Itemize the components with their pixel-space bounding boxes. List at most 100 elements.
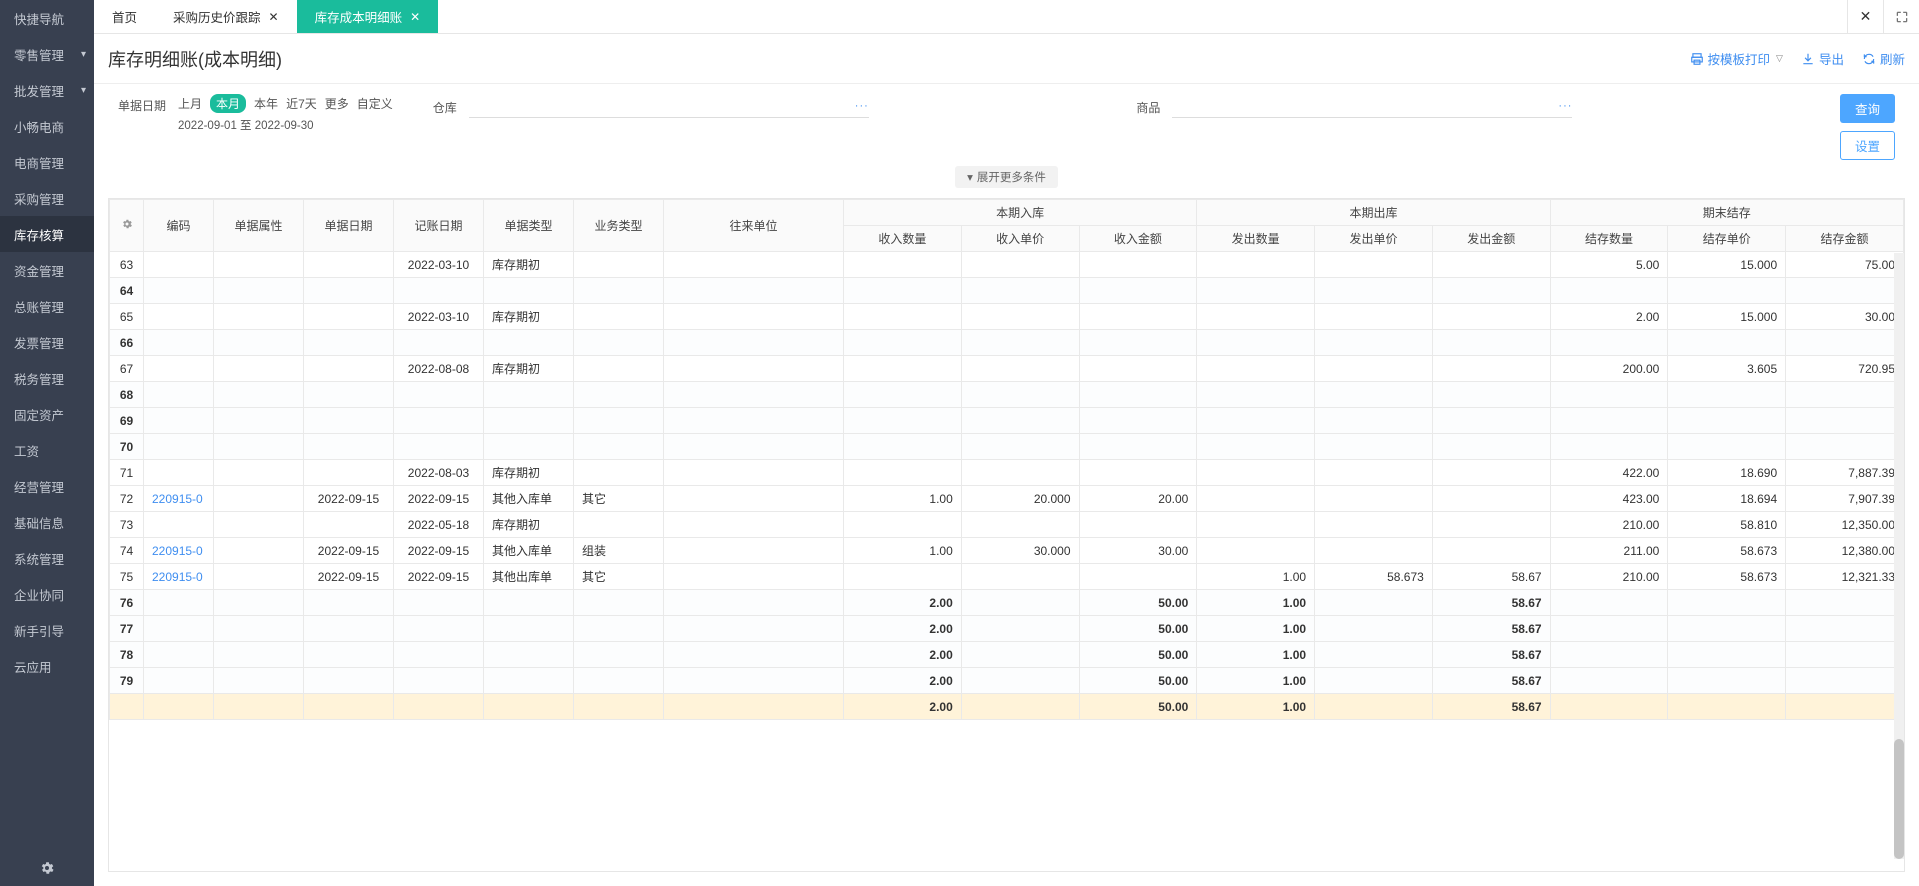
chevron-down-icon: ▽ — [1776, 53, 1783, 64]
th-attr: 单据属性 — [214, 200, 304, 252]
sidebar-item-17[interactable]: 新手引导 — [0, 612, 94, 648]
table-row: 732022-05-18库存期初210.0058.81012,350.00 — [110, 512, 1904, 538]
date-opt-3[interactable]: 近7天 — [286, 95, 317, 112]
th-in-group: 本期入库 — [844, 200, 1197, 226]
sidebar-item-label: 电商管理 — [14, 153, 64, 172]
warehouse-label: 仓库 — [433, 96, 457, 116]
sidebar-item-6[interactable]: 库存核算 — [0, 216, 94, 252]
sidebar-item-label: 新手引导 — [14, 621, 64, 640]
table-scroll[interactable]: 编码 单据属性 单据日期 记账日期 单据类型 业务类型 往来单位 本期入库 本期… — [108, 198, 1905, 872]
sidebar-item-5[interactable]: 采购管理 — [0, 180, 94, 216]
sidebar-item-16[interactable]: 企业协同 — [0, 576, 94, 612]
sidebar-item-label: 库存核算 — [14, 225, 64, 244]
sidebar-item-label: 总账管理 — [14, 297, 64, 316]
filters: 单据日期 上月本月本年近7天更多自定义 2022-09-01 至 2022-09… — [94, 84, 1919, 160]
warehouse-more[interactable]: ··· — [855, 100, 869, 112]
sidebar: 快捷导航零售管理▾ 批发管理 ▾ 小畅电商电商管理采购管理库存核算资金管理总账管理发票… — [0, 0, 94, 886]
th-out-price: 发出单价 — [1315, 226, 1433, 252]
product-input[interactable] — [1172, 99, 1558, 113]
vertical-scrollbar-thumb[interactable] — [1894, 739, 1904, 859]
table-row: 712022-08-03库存期初422.0018.6907,887.39 — [110, 460, 1904, 486]
tab-0[interactable]: 首页 — [94, 0, 155, 33]
sidebar-item-label: 批发管理 — [14, 81, 64, 100]
export-button[interactable]: 导出 — [1801, 49, 1844, 68]
close-all-tabs[interactable]: ✕ — [1847, 0, 1883, 33]
sidebar-item-label: 采购管理 — [14, 189, 64, 208]
th-end-group: 期末结存 — [1550, 200, 1903, 226]
tabs: 首页采购历史价跟踪✕ 库存成本明细账 ✕ ✕ — [94, 0, 1919, 34]
tab-label: 首页 — [112, 7, 137, 26]
th-book-date: 记账日期 — [394, 200, 484, 252]
th-doc-type: 单据类型 — [484, 200, 574, 252]
th-out-amt: 发出金额 — [1432, 226, 1550, 252]
date-opt-4[interactable]: 更多 — [325, 95, 349, 112]
sidebar-item-10[interactable]: 税务管理 — [0, 360, 94, 396]
sidebar-item-label: 快捷导航 — [14, 9, 64, 28]
sidebar-item-14[interactable]: 基础信息 — [0, 504, 94, 540]
th-end-qty: 结存数量 — [1550, 226, 1668, 252]
chevron-down-icon: ▾ — [81, 85, 86, 96]
sidebar-item-12[interactable]: 工资 — [0, 432, 94, 468]
close-icon[interactable]: ✕ — [269, 10, 279, 24]
sidebar-item-label: 工资 — [14, 441, 39, 460]
th-in-price: 收入单价 — [961, 226, 1079, 252]
sidebar-item-4[interactable]: 电商管理 — [0, 144, 94, 180]
product-more[interactable]: ··· — [1558, 100, 1572, 112]
table-row: 66 — [110, 330, 1904, 356]
date-opt-5[interactable]: 自定义 — [357, 95, 393, 112]
table-row: 72220915-02022-09-152022-09-15其他入库单其它1.0… — [110, 486, 1904, 512]
date-range: 2022-09-01 至 2022-09-30 — [178, 117, 393, 133]
sidebar-item-18[interactable]: 云应用 — [0, 648, 94, 684]
expand-filters[interactable]: ▾ 展开更多条件 — [955, 166, 1058, 188]
sidebar-item-label: 系统管理 — [14, 549, 64, 568]
date-opt-1[interactable]: 本月 — [210, 94, 246, 113]
warehouse-input[interactable] — [469, 99, 855, 113]
sidebar-item-11[interactable]: 固定资产 — [0, 396, 94, 432]
chevron-down-icon: ▾ — [81, 49, 86, 60]
sidebar-item-label: 云应用 — [14, 657, 52, 676]
sidebar-item-label: 发票管理 — [14, 333, 64, 352]
sidebar-item-label: 固定资产 — [14, 405, 64, 424]
sidebar-item-0[interactable]: 快捷导航 — [0, 0, 94, 36]
sidebar-item-15[interactable]: 系统管理 — [0, 540, 94, 576]
fullscreen-icon[interactable] — [1883, 0, 1919, 33]
tab-2[interactable]: 库存成本明细账 ✕ — [297, 0, 439, 33]
table-row: 70 — [110, 434, 1904, 460]
settings-icon[interactable] — [0, 850, 94, 886]
sidebar-item-7[interactable]: 资金管理 — [0, 252, 94, 288]
table-row: 792.0050.001.0058.67 — [110, 668, 1904, 694]
tab-1[interactable]: 采购历史价跟踪✕ — [155, 0, 297, 33]
sidebar-item-1[interactable]: 零售管理▾ — [0, 36, 94, 72]
tab-label: 库存成本明细账 — [315, 7, 403, 26]
refresh-button[interactable]: 刷新 — [1862, 49, 1905, 68]
sidebar-item-9[interactable]: 发票管理 — [0, 324, 94, 360]
table-row: 672022-08-08库存期初200.003.605720.95 — [110, 356, 1904, 382]
sidebar-item-label: 资金管理 — [14, 261, 64, 280]
sidebar-item-8[interactable]: 总账管理 — [0, 288, 94, 324]
th-end-price: 结存单价 — [1668, 226, 1786, 252]
query-button[interactable]: 查询 — [1840, 94, 1895, 123]
table-row: 68 — [110, 382, 1904, 408]
date-opt-2[interactable]: 本年 — [254, 95, 278, 112]
th-party: 往来单位 — [664, 200, 844, 252]
sidebar-item-3[interactable]: 小畅电商 — [0, 108, 94, 144]
close-icon[interactable]: ✕ — [410, 10, 420, 24]
sidebar-item-2[interactable]: 批发管理 ▾ — [0, 72, 94, 108]
sidebar-item-13[interactable]: 经营管理 — [0, 468, 94, 504]
th-biz-type: 业务类型 — [574, 200, 664, 252]
table-row: 64 — [110, 278, 1904, 304]
th-doc-date: 单据日期 — [304, 200, 394, 252]
gear-icon[interactable] — [110, 200, 144, 252]
date-opt-0[interactable]: 上月 — [178, 95, 202, 112]
table-row: 782.0050.001.0058.67 — [110, 642, 1904, 668]
table-row: 772.0050.001.0058.67 — [110, 616, 1904, 642]
data-table: 编码 单据属性 单据日期 记账日期 单据类型 业务类型 往来单位 本期入库 本期… — [109, 199, 1904, 720]
sidebar-item-label: 小畅电商 — [14, 117, 64, 136]
print-button[interactable]: 按模板打印 ▽ — [1690, 49, 1783, 68]
settings-filter-button[interactable]: 设置 — [1840, 131, 1895, 160]
th-in-amt: 收入金额 — [1079, 226, 1197, 252]
sidebar-item-label: 税务管理 — [14, 369, 64, 388]
table-row: 75220915-02022-09-152022-09-15其他出库单其它1.0… — [110, 564, 1904, 590]
product-label: 商品 — [1136, 96, 1160, 116]
th-end-amt: 结存金额 — [1786, 226, 1904, 252]
